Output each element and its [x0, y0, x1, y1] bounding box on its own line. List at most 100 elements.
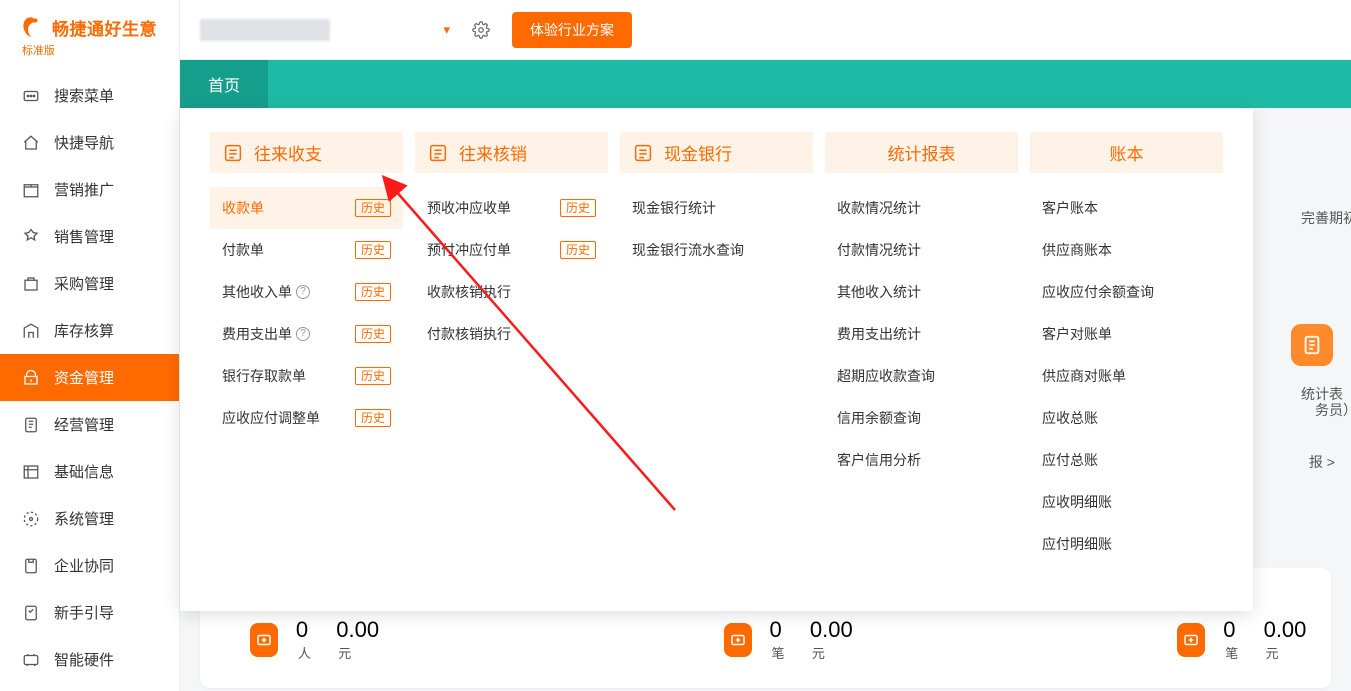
hint-snippet: 完善期初: [1301, 208, 1351, 228]
org-selector[interactable]: ▾: [200, 19, 450, 41]
nav-label: 销售管理: [54, 226, 114, 247]
tab-home[interactable]: 首页: [180, 60, 268, 108]
history-badge[interactable]: 历史: [355, 199, 391, 217]
mega-menu-item[interactable]: 信用余额查询: [825, 397, 1018, 439]
mega-menu-item[interactable]: 收款情况统计: [825, 187, 1018, 229]
mega-menu-item[interactable]: 超期应收款查询: [825, 355, 1018, 397]
mega-menu-item[interactable]: 银行存取款单历史: [210, 355, 403, 397]
sidebar-item[interactable]: 企业协同: [0, 542, 179, 589]
menu-item-label: 费用支出单?: [222, 324, 310, 344]
sidebar-item[interactable]: 基础信息: [0, 448, 179, 495]
stats-row: 0人 0.00元 0笔 0.00元 0笔 0.00元: [220, 617, 1311, 663]
stat-box: 0人 0.00元: [250, 617, 384, 663]
nav-label: 基础信息: [54, 461, 114, 482]
sidebar-item[interactable]: 营销推广: [0, 166, 179, 213]
nav-icon: [22, 604, 40, 622]
history-badge[interactable]: 历史: [355, 283, 391, 301]
mega-column: 往来收支收款单历史付款单历史其他收入单?历史费用支出单?历史银行存取款单历史应收…: [204, 132, 409, 587]
mega-menu-item[interactable]: 其他收入单? 历史: [210, 271, 403, 313]
mega-menu-item[interactable]: 供应商账本: [1030, 229, 1223, 271]
settings-button[interactable]: [464, 13, 498, 47]
sidebar-item[interactable]: 搜索菜单: [0, 72, 179, 119]
menu-item-label: 应付明细账: [1042, 534, 1112, 554]
mega-menu-item[interactable]: 应付明细账: [1030, 523, 1223, 565]
doc-icon: [1301, 334, 1323, 356]
menu-item-label: 预付冲应付单: [427, 240, 511, 260]
stat-box: 0笔 0.00元: [724, 617, 858, 663]
mega-menu-item[interactable]: 应收应付调整单历史: [210, 397, 403, 439]
stat-count: 0人: [296, 617, 318, 663]
gear-icon: [472, 21, 490, 39]
nav-icon: [22, 510, 40, 528]
mega-menu-item[interactable]: 预付冲应付单 历史: [415, 229, 608, 271]
section-title: 往来核销: [459, 140, 527, 165]
stat-icon: [1177, 623, 1205, 657]
nav-label: 快捷导航: [54, 132, 114, 153]
sidebar-item[interactable]: 库存核算: [0, 307, 179, 354]
mega-menu-item[interactable]: 应收应付余额查询: [1030, 271, 1223, 313]
menu-item-label: 供应商账本: [1042, 240, 1112, 260]
history-badge[interactable]: 历史: [560, 199, 596, 217]
sidebar-item[interactable]: 采购管理: [0, 260, 179, 307]
history-badge[interactable]: 历史: [355, 241, 391, 259]
mega-menu-item[interactable]: 现金银行流水查询: [620, 229, 813, 271]
section-icon: [632, 142, 654, 164]
industry-plan-button[interactable]: 体验行业方案: [512, 12, 632, 48]
mega-menu-item[interactable]: 付款情况统计: [825, 229, 1018, 271]
help-icon: ?: [296, 327, 310, 341]
menu-item-label: 收款核销执行: [427, 282, 511, 302]
sidebar-item[interactable]: 资金管理: [0, 354, 179, 401]
menu-item-label: 预收冲应收单: [427, 198, 511, 218]
menu-item-label: 应收应付余额查询: [1042, 282, 1154, 302]
sidebar-item[interactable]: 销售管理: [0, 213, 179, 260]
sidebar-item[interactable]: 经营管理: [0, 401, 179, 448]
nav-label: 采购管理: [54, 273, 114, 294]
mega-menu-item[interactable]: 应收明细账: [1030, 481, 1223, 523]
sidebar-item[interactable]: 快捷导航: [0, 119, 179, 166]
mega-menu-item[interactable]: 收款核销执行: [415, 271, 608, 313]
mega-menu-item[interactable]: 现金银行统计: [620, 187, 813, 229]
mega-menu-item[interactable]: 付款核销执行: [415, 313, 608, 355]
mega-menu-item[interactable]: 费用支出统计: [825, 313, 1018, 355]
nav-label: 库存核算: [54, 320, 114, 341]
sidebar-item[interactable]: 智能硬件: [0, 636, 179, 683]
mega-menu-item[interactable]: 费用支出单? 历史: [210, 313, 403, 355]
hint-snippet: 务员）: [1315, 400, 1351, 420]
topbar: ▾ 体验行业方案: [180, 0, 1351, 60]
nav-label: 企业协同: [54, 555, 114, 576]
history-badge[interactable]: 历史: [355, 325, 391, 343]
mega-menu-item[interactable]: 其他收入统计: [825, 271, 1018, 313]
mega-menu-item[interactable]: 客户账本: [1030, 187, 1223, 229]
mega-menu: 往来收支收款单历史付款单历史其他收入单?历史费用支出单?历史银行存取款单历史应收…: [180, 108, 1253, 611]
nav-label: 资金管理: [54, 367, 114, 388]
history-badge[interactable]: 历史: [355, 409, 391, 427]
mega-column: 往来核销预收冲应收单历史预付冲应付单历史收款核销执行付款核销执行: [409, 132, 614, 587]
mega-column-header: 往来收支: [210, 132, 403, 173]
mega-menu-item[interactable]: 收款单历史: [210, 187, 403, 229]
mega-menu-item[interactable]: 客户信用分析: [825, 439, 1018, 481]
menu-item-label: 付款单: [222, 240, 264, 260]
logo-icon: [18, 14, 44, 40]
mega-menu-item[interactable]: 预收冲应收单 历史: [415, 187, 608, 229]
sidebar-item[interactable]: 新手引导: [0, 589, 179, 636]
stat-amount: 0.00元: [1264, 617, 1311, 663]
nav-icon: [22, 416, 40, 434]
stat-icon: [250, 623, 278, 657]
stat-amount: 0.00元: [810, 617, 857, 663]
menu-item-label: 其他收入单?: [222, 282, 310, 302]
mega-menu-item[interactable]: 应付总账: [1030, 439, 1223, 481]
mega-column-header: 统计报表: [825, 132, 1018, 173]
sidebar-item[interactable]: 系统管理: [0, 495, 179, 542]
menu-item-label: 应收总账: [1042, 408, 1098, 428]
mega-menu-item[interactable]: 客户对账单: [1030, 313, 1223, 355]
history-badge[interactable]: 历史: [560, 241, 596, 259]
shortcut-tile[interactable]: [1291, 324, 1333, 366]
mega-menu-item[interactable]: 供应商对账单: [1030, 355, 1223, 397]
sidebar-nav: 搜索菜单快捷导航营销推广销售管理采购管理库存核算资金管理经营管理基础信息系统管理…: [0, 68, 179, 691]
section-title: 往来收支: [254, 140, 322, 165]
menu-item-label: 客户账本: [1042, 198, 1098, 218]
mega-menu-item[interactable]: 应收总账: [1030, 397, 1223, 439]
history-badge[interactable]: 历史: [355, 367, 391, 385]
mega-menu-item[interactable]: 付款单 历史: [210, 229, 403, 271]
section-title: 账本: [1110, 140, 1144, 165]
